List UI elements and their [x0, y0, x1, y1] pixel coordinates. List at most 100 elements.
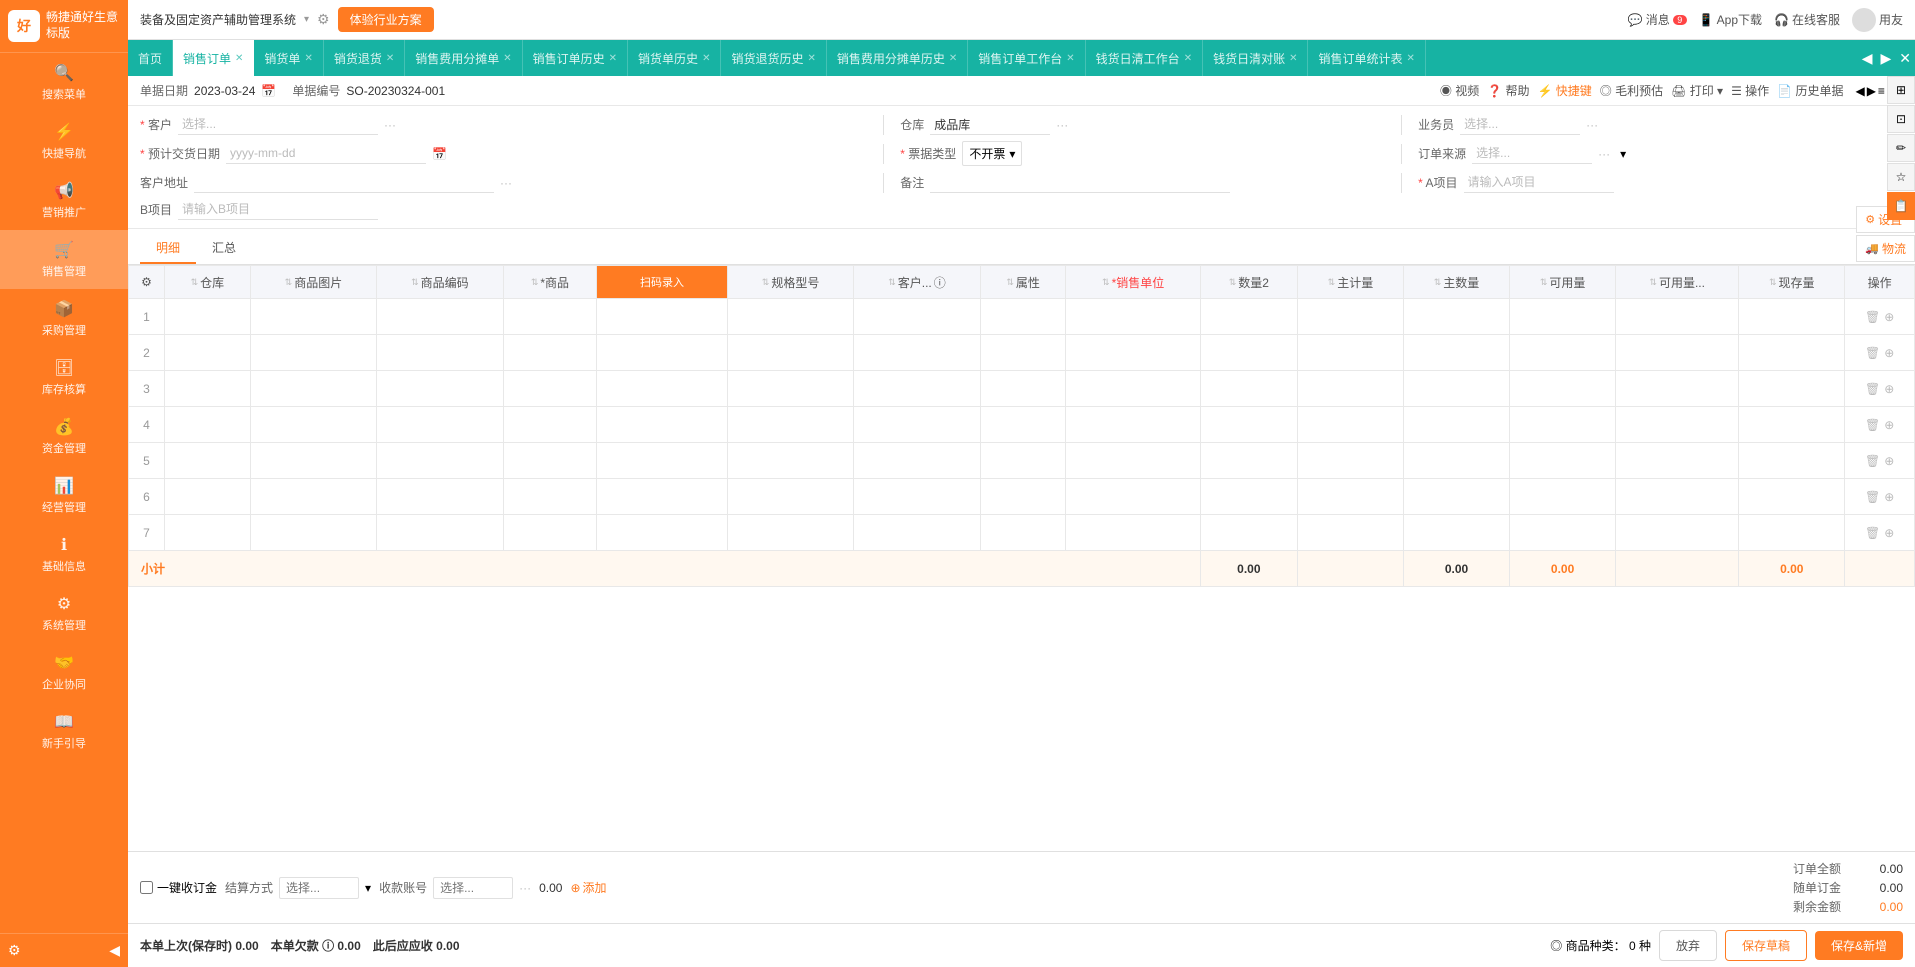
sales-rep-dots[interactable]: ···: [1586, 118, 1598, 132]
customer-dots[interactable]: ···: [384, 118, 396, 132]
row-3-code[interactable]: [377, 371, 503, 407]
payment-dropdown[interactable]: ▾: [365, 881, 371, 895]
attr-sort[interactable]: ⇅: [1006, 277, 1014, 288]
row-1-main-unit[interactable]: [1297, 299, 1403, 335]
row-5-spec[interactable]: [727, 443, 853, 479]
row-7-delete[interactable]: 🗑: [1865, 526, 1880, 540]
row-2-code[interactable]: [377, 335, 503, 371]
img-sort[interactable]: ⇅: [285, 277, 293, 288]
tab-cash-goods-reconcile[interactable]: 钱货日清对账 ✕: [1203, 40, 1308, 76]
row-4-qty2[interactable]: [1200, 407, 1297, 443]
row-2-product[interactable]: [503, 335, 597, 371]
tab-more-button[interactable]: ✕: [1895, 50, 1915, 67]
save-new-button[interactable]: 保存&新增: [1815, 931, 1903, 960]
table-container[interactable]: ⚙ ⇅ 仓库 ⇅ 商品图片 ⇅ 商品编码 ⇅ *商品: [128, 265, 1915, 851]
row-6-code[interactable]: [377, 479, 503, 515]
row-2-scan[interactable]: [597, 335, 728, 371]
row-7-available2[interactable]: [1616, 515, 1739, 551]
row-6-img[interactable]: [250, 479, 376, 515]
row-2-main-qty[interactable]: [1403, 335, 1509, 371]
tab-cash-goods-reconcile-close[interactable]: ✕: [1289, 53, 1297, 64]
row-1-available2[interactable]: [1616, 299, 1739, 335]
sales-rep-input[interactable]: [1460, 114, 1580, 135]
row-3-customer[interactable]: [854, 371, 980, 407]
print-link[interactable]: 🖨 打印 ▾: [1671, 82, 1723, 99]
row-7-main-qty[interactable]: [1403, 515, 1509, 551]
tab-sales-slip-close[interactable]: ✕: [304, 53, 312, 64]
row-1-main-qty[interactable]: [1403, 299, 1509, 335]
tab-cash-goods-workbench-close[interactable]: ✕: [1184, 53, 1192, 64]
row-4-customer[interactable]: [854, 407, 980, 443]
right-icon-4[interactable]: ☆: [1887, 163, 1915, 191]
solution-button[interactable]: 体验行业方案: [338, 7, 434, 32]
row-1-stock[interactable]: [1739, 299, 1845, 335]
operation-link[interactable]: ☰ 操作: [1731, 82, 1769, 99]
one-click-order-label[interactable]: 一键收订金: [140, 879, 217, 896]
row-1-spec[interactable]: [727, 299, 853, 335]
tab-return-history-close[interactable]: ✕: [807, 53, 815, 64]
row-3-warehouse[interactable]: [165, 371, 251, 407]
row-6-spec[interactable]: [727, 479, 853, 515]
row-5-stock[interactable]: [1739, 443, 1845, 479]
right-icon-2[interactable]: ⊡: [1887, 105, 1915, 133]
sidebar-item-enterprise[interactable]: 🤝 企业协同: [0, 643, 128, 702]
row-2-main-unit[interactable]: [1297, 335, 1403, 371]
row-5-main-unit[interactable]: [1297, 443, 1403, 479]
row-1-img[interactable]: [250, 299, 376, 335]
row-5-product[interactable]: [503, 443, 597, 479]
address-dots[interactable]: ···: [500, 176, 512, 190]
topbar-gear-icon[interactable]: ⚙: [317, 11, 330, 28]
row-1-unit[interactable]: [1066, 299, 1200, 335]
remarks-input[interactable]: [930, 172, 1230, 193]
row-6-customer[interactable]: [854, 479, 980, 515]
account-dots[interactable]: ···: [519, 881, 531, 895]
delivery-calendar-icon[interactable]: 📅: [432, 147, 447, 161]
row-7-spec[interactable]: [727, 515, 853, 551]
right-icon-5[interactable]: 📋: [1887, 192, 1915, 220]
row-6-warehouse[interactable]: [165, 479, 251, 515]
row-5-qty2[interactable]: [1200, 443, 1297, 479]
row-4-main-unit[interactable]: [1297, 407, 1403, 443]
row-3-stock[interactable]: [1739, 371, 1845, 407]
qty2-sort[interactable]: ⇅: [1229, 277, 1237, 288]
row-4-copy[interactable]: ⊕: [1884, 418, 1894, 432]
row-3-attr[interactable]: [980, 371, 1066, 407]
row-6-available2[interactable]: [1616, 479, 1739, 515]
row-1-product[interactable]: [503, 299, 597, 335]
row-3-available2[interactable]: [1616, 371, 1739, 407]
main-unit-sort[interactable]: ⇅: [1328, 277, 1336, 288]
row-7-scan[interactable]: [597, 515, 728, 551]
profit-link[interactable]: ◎ 毛利预估: [1600, 82, 1663, 99]
row-6-stock[interactable]: [1739, 479, 1845, 515]
delivery-date-input[interactable]: [226, 143, 426, 164]
row-3-copy[interactable]: ⊕: [1884, 382, 1894, 396]
row-6-scan[interactable]: [597, 479, 728, 515]
tab-sales-order-close[interactable]: ✕: [235, 53, 243, 64]
row-5-scan[interactable]: [597, 443, 728, 479]
row-2-attr[interactable]: [980, 335, 1066, 371]
row-5-available[interactable]: [1510, 443, 1616, 479]
row-5-warehouse[interactable]: [165, 443, 251, 479]
row-7-warehouse[interactable]: [165, 515, 251, 551]
number-value[interactable]: SO-20230324-001: [346, 84, 445, 98]
row-2-qty2[interactable]: [1200, 335, 1297, 371]
tab-order-workbench-close[interactable]: ✕: [1066, 53, 1074, 64]
tab-expense-history[interactable]: 销售费用分摊单历史 ✕: [827, 40, 968, 76]
unit-sort[interactable]: ⇅: [1102, 277, 1110, 288]
sidebar-item-basic-info[interactable]: ℹ 基础信息: [0, 525, 128, 584]
tab-expense-history-close[interactable]: ✕: [949, 53, 957, 64]
row-4-delete[interactable]: 🗑: [1865, 418, 1880, 432]
sidebar-item-finance[interactable]: 💰 资金管理: [0, 407, 128, 466]
order-source-dots[interactable]: ···: [1598, 147, 1610, 161]
row-2-delete[interactable]: 🗑: [1865, 346, 1880, 360]
row-7-main-unit[interactable]: [1297, 515, 1403, 551]
row-6-delete[interactable]: 🗑: [1865, 490, 1880, 504]
row-5-attr[interactable]: [980, 443, 1066, 479]
row-3-available[interactable]: [1510, 371, 1616, 407]
tab-home[interactable]: 首页: [128, 40, 173, 76]
row-6-product[interactable]: [503, 479, 597, 515]
detail-tab-mingxi[interactable]: 明细: [140, 233, 196, 264]
sidebar-item-operations[interactable]: 📊 经营管理: [0, 466, 128, 525]
tab-sales-order-history[interactable]: 销售订单历史 ✕: [523, 40, 628, 76]
video-link[interactable]: ◉ 视频: [1440, 82, 1479, 99]
